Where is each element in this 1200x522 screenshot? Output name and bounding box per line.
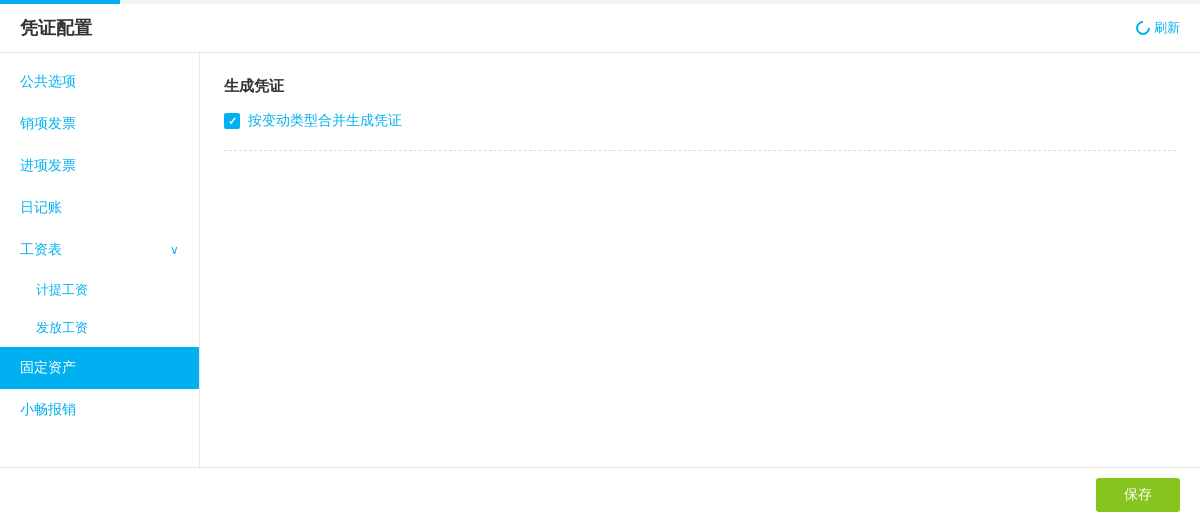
sidebar-item-sales-invoice[interactable]: 销项发票 <box>0 103 199 145</box>
sidebar-item-label: 公共选项 <box>20 73 76 91</box>
sidebar-item-label: 销项发票 <box>20 115 76 133</box>
sidebar-item-expense[interactable]: 小畅报销 <box>0 389 199 431</box>
page-wrapper: 凭证配置 刷新 公共选项 销项发票 进项发票 日记账 工资表 ∨ <box>0 0 1200 522</box>
sidebar-item-label: 小畅报销 <box>20 401 76 419</box>
sidebar-item-distribute-salary[interactable]: 发放工资 <box>0 309 199 347</box>
save-button[interactable]: 保存 <box>1096 478 1180 512</box>
merge-voucher-checkbox[interactable] <box>224 113 240 129</box>
sidebar-item-label: 计提工资 <box>36 282 88 297</box>
sidebar: 公共选项 销项发票 进项发票 日记账 工资表 ∨ 计提工资 发放工资 固定资 <box>0 53 200 467</box>
header: 凭证配置 刷新 <box>0 4 1200 53</box>
sidebar-item-label: 发放工资 <box>36 320 88 335</box>
sidebar-item-purchase-invoice[interactable]: 进项发票 <box>0 145 199 187</box>
page-title: 凭证配置 <box>20 16 92 40</box>
sidebar-item-accrual-salary[interactable]: 计提工资 <box>0 271 199 309</box>
section-title: 生成凭证 <box>224 77 1176 96</box>
sidebar-item-fixed-assets[interactable]: 固定资产 <box>0 347 199 389</box>
sidebar-item-label: 固定资产 <box>20 359 76 377</box>
sidebar-item-label: 工资表 <box>20 241 62 259</box>
chevron-down-icon: ∨ <box>170 243 179 257</box>
merge-voucher-row[interactable]: 按变动类型合并生成凭证 <box>224 112 1176 130</box>
merge-voucher-label: 按变动类型合并生成凭证 <box>248 112 402 130</box>
footer: 保存 <box>0 467 1200 522</box>
sidebar-item-label: 日记账 <box>20 199 62 217</box>
sidebar-item-label: 进项发票 <box>20 157 76 175</box>
refresh-button[interactable]: 刷新 <box>1136 19 1180 37</box>
content-area: 生成凭证 按变动类型合并生成凭证 <box>200 53 1200 467</box>
sidebar-item-payroll[interactable]: 工资表 ∨ <box>0 229 199 271</box>
section-divider <box>224 150 1176 151</box>
refresh-icon <box>1133 18 1153 38</box>
main-content: 公共选项 销项发票 进项发票 日记账 工资表 ∨ 计提工资 发放工资 固定资 <box>0 53 1200 467</box>
refresh-label: 刷新 <box>1154 19 1180 37</box>
sidebar-item-journal[interactable]: 日记账 <box>0 187 199 229</box>
sidebar-item-public-options[interactable]: 公共选项 <box>0 61 199 103</box>
